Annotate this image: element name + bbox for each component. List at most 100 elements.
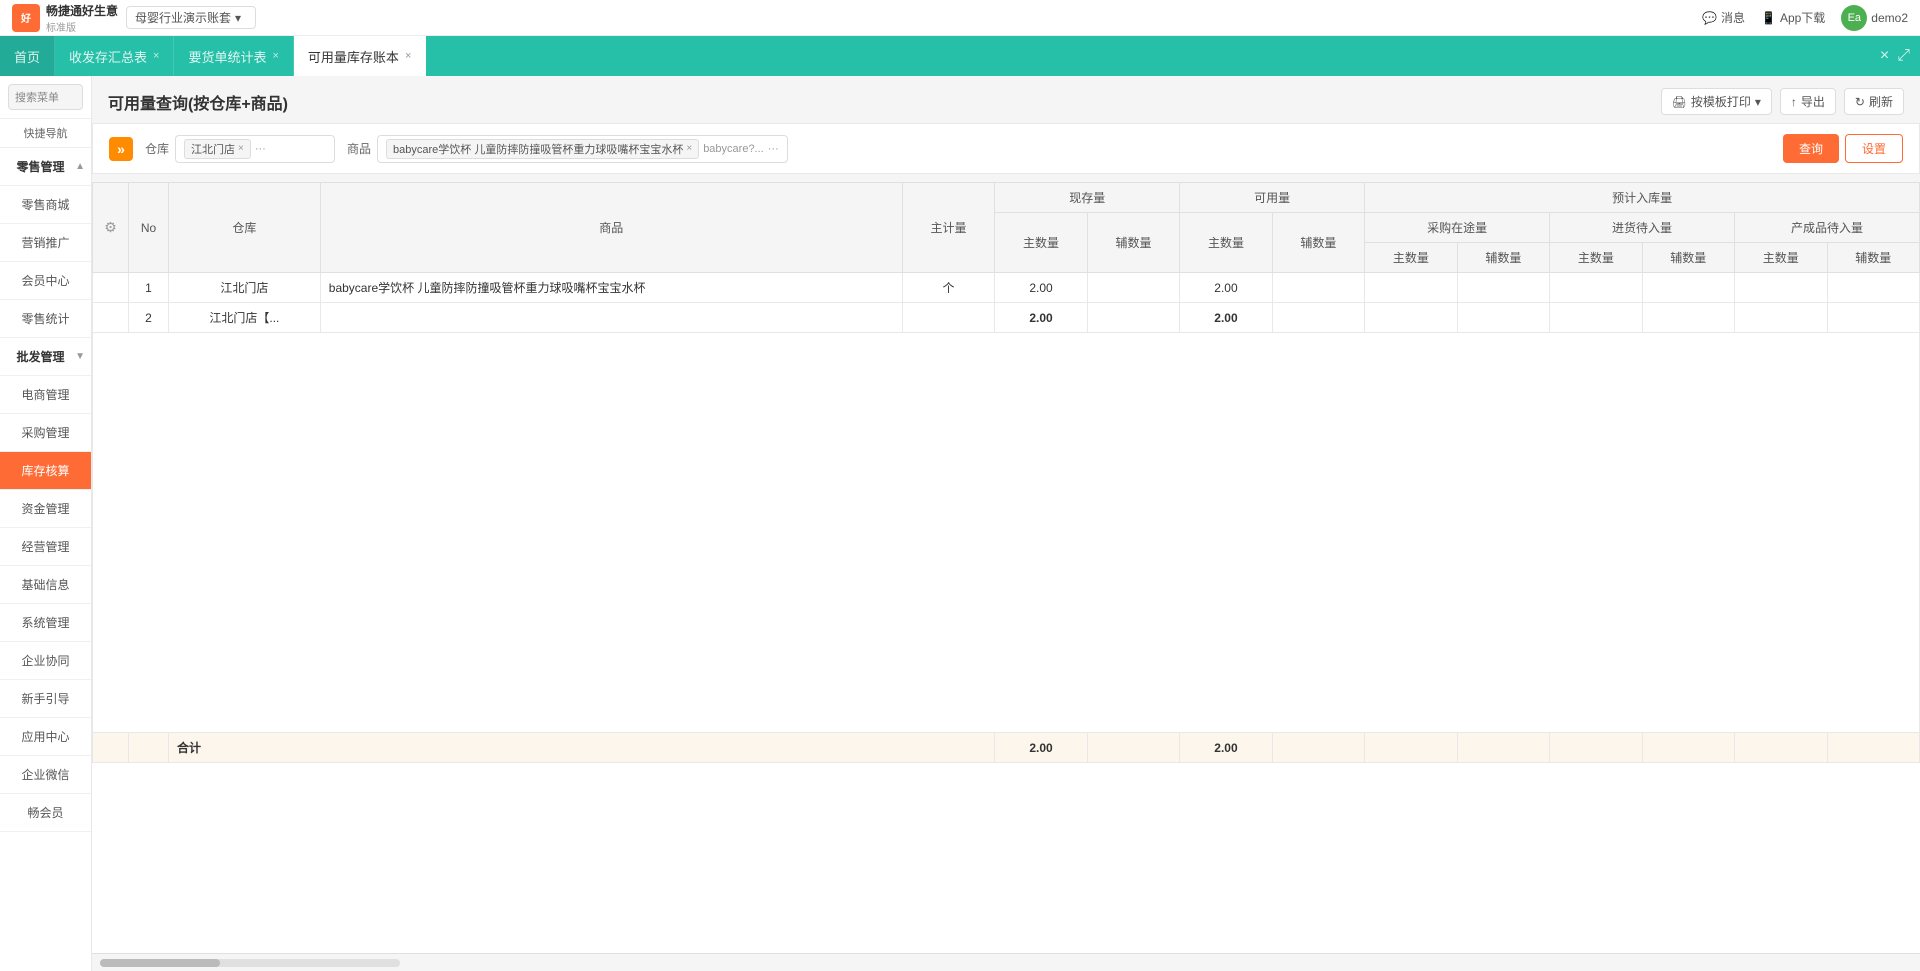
th-warehouse: 仓库 — [169, 183, 321, 273]
avatar: Ea — [1841, 5, 1867, 31]
cell-settings — [93, 303, 129, 333]
warehouse-tag-close[interactable]: × — [238, 143, 244, 154]
cell-settings — [93, 273, 129, 303]
th-planned-in: 预计入库量 — [1365, 183, 1920, 213]
cell-warehouse: 江北门店【... — [169, 303, 321, 333]
sidebar-item-inventory-check[interactable]: 库存核算 — [0, 452, 91, 490]
filter-actions: 查询 设置 — [1783, 134, 1903, 163]
warehouse-tag-jiangbei: 江北门店 × — [184, 139, 251, 159]
sidebar-item-members[interactable]: 会员中心 — [0, 262, 91, 300]
sidebar-item-system-mgmt-label: 系统管理 — [6, 614, 85, 631]
search-menu-btn[interactable]: 搜索菜单 — [8, 84, 83, 110]
industry-select[interactable]: 母婴行业演示账套 ▾ — [126, 6, 256, 29]
cell-summary-empty1 — [93, 733, 129, 763]
cell-main-unit: 个 — [902, 273, 994, 303]
product-tag-area[interactable]: babycare学饮杯 儿童防摔防撞吸管杯重力球吸嘴杯宝宝水杯 × babyca… — [377, 135, 788, 163]
scrollbar-track[interactable] — [100, 959, 400, 967]
cell-arrival-main — [1550, 303, 1642, 333]
nav-close-all-btn[interactable]: × — [1880, 47, 1889, 65]
th-current-main-qty: 主数量 — [995, 213, 1087, 273]
chevron-down-icon: ▾ — [1755, 95, 1761, 109]
cell-product-aux — [1827, 303, 1920, 333]
sidebar-item-app-center-label: 应用中心 — [6, 728, 85, 745]
content-area: 可用量查询(按仓库+商品) 🖨 按模板打印 ▾ ↑ 导出 ↻ 刷新 » — [92, 76, 1920, 971]
tab-home-label: 首页 — [14, 47, 40, 66]
cell-summary-p4 — [1642, 733, 1734, 763]
sidebar-item-enterprise-wechat-label: 企业微信 — [6, 766, 85, 783]
table-area: ⚙ No 仓库 商品 主计量 现存量 可用量 预计入库量 主数量 辅数量 主数量 — [92, 182, 1920, 953]
product-more-label: babycare?... — [703, 143, 764, 155]
sidebar-item-marketing[interactable]: 营销推广 — [0, 224, 91, 262]
cell-product: babycare学饮杯 儿童防摔防撞吸管杯重力球吸嘴杯宝宝水杯 — [320, 273, 902, 303]
product-ellipsis-btn[interactable]: ··· — [768, 143, 779, 155]
scrollbar-thumb[interactable] — [100, 959, 220, 967]
tab-order-stats[interactable]: 要货单统计表 × — [174, 36, 293, 76]
chevron-down-icon: ▼ — [75, 351, 85, 362]
chevron-up-icon: ▲ — [75, 161, 85, 172]
nav-fullscreen-btn[interactable]: ⤢ — [1897, 47, 1910, 65]
sidebar-item-retail-stats[interactable]: 零售统计 — [0, 300, 91, 338]
sidebar-item-finance-mgmt[interactable]: 资金管理 — [0, 490, 91, 528]
sidebar-item-app-center[interactable]: 应用中心 — [0, 718, 91, 756]
sidebar-item-enterprise-collab[interactable]: 企业协同 — [0, 642, 91, 680]
sidebar-item-system-mgmt[interactable]: 系统管理 — [0, 604, 91, 642]
gear-icon[interactable]: ⚙ — [104, 219, 117, 235]
tab-available-inventory-close[interactable]: × — [405, 50, 411, 62]
tab-receipt-summary[interactable]: 收发存汇总表 × — [55, 36, 174, 76]
warehouse-more-btn[interactable]: ··· — [255, 143, 266, 155]
th-current-stock: 现存量 — [995, 183, 1180, 213]
warehouse-tag-area[interactable]: 江北门店 × ··· — [175, 135, 335, 163]
export-btn[interactable]: ↑ 导出 — [1780, 88, 1836, 115]
cell-available-aux — [1272, 303, 1364, 333]
filter-expand-btn[interactable]: » — [109, 137, 133, 161]
sidebar-item-retail-mall[interactable]: 零售商城 — [0, 186, 91, 224]
sidebar-item-member-vip[interactable]: 畅会员 — [0, 794, 91, 832]
sidebar-item-retail-mgmt[interactable]: 零售管理 ▲ — [0, 148, 91, 186]
page-header: 可用量查询(按仓库+商品) 🖨 按模板打印 ▾ ↑ 导出 ↻ 刷新 — [92, 76, 1920, 123]
sidebar-item-operations-mgmt[interactable]: 经营管理 — [0, 528, 91, 566]
query-btn[interactable]: 查询 — [1783, 134, 1839, 163]
export-label: 导出 — [1801, 93, 1825, 110]
tab-home[interactable]: 首页 — [0, 36, 55, 76]
sidebar: 搜索菜单 快捷导航 零售管理 ▲ 零售商城 营销推广 会员中心 零售统计 批发管… — [0, 76, 92, 971]
tab-available-inventory[interactable]: 可用量库存账本 × — [294, 36, 426, 76]
product-tag-close[interactable]: × — [686, 143, 692, 154]
cell-summary-current-main: 2.00 — [995, 733, 1087, 763]
app-download-label: App下载 — [1780, 9, 1825, 26]
cell-summary-available-main: 2.00 — [1180, 733, 1272, 763]
message-btn[interactable]: 💬 消息 — [1702, 9, 1745, 26]
sidebar-item-purchase-mgmt[interactable]: 采购管理 — [0, 414, 91, 452]
sidebar-quick-nav[interactable]: 快捷导航 — [0, 119, 91, 148]
product-tag-babycare: babycare学饮杯 儿童防摔防撞吸管杯重力球吸嘴杯宝宝水杯 × — [386, 139, 699, 159]
template-print-label: 按模板打印 — [1691, 93, 1751, 110]
cell-summary-p5 — [1735, 733, 1827, 763]
cell-purchase-main — [1365, 273, 1457, 303]
cell-product-aux — [1827, 273, 1920, 303]
cell-summary-current-aux — [1087, 733, 1179, 763]
tab-receipt-summary-close[interactable]: × — [153, 50, 159, 62]
cell-purchase-aux — [1457, 273, 1549, 303]
sidebar-search-area: 搜索菜单 — [0, 76, 91, 119]
refresh-btn[interactable]: ↻ 刷新 — [1844, 88, 1904, 115]
warehouse-filter-group: 仓库 江北门店 × ··· — [145, 135, 335, 163]
sidebar-item-ecommerce[interactable]: 电商管理 — [0, 376, 91, 414]
refresh-label: 刷新 — [1869, 93, 1893, 110]
cell-main-unit — [902, 303, 994, 333]
sidebar-item-new-guide[interactable]: 新手引导 — [0, 680, 91, 718]
sidebar-item-basic-info[interactable]: 基础信息 — [0, 566, 91, 604]
top-bar-right: 💬 消息 📱 App下载 Ea demo2 — [1702, 5, 1908, 31]
settings-btn[interactable]: 设置 — [1845, 134, 1903, 163]
refresh-icon: ↻ — [1855, 95, 1865, 109]
tab-order-stats-close[interactable]: × — [272, 50, 278, 62]
sidebar-item-wholesale-mgmt[interactable]: 批发管理 ▼ — [0, 338, 91, 376]
sidebar-item-enterprise-wechat[interactable]: 企业微信 — [0, 756, 91, 794]
app-download-btn[interactable]: 📱 App下载 — [1761, 9, 1825, 26]
template-print-btn[interactable]: 🖨 按模板打印 ▾ — [1661, 88, 1772, 115]
tab-order-stats-label: 要货单统计表 — [188, 47, 266, 66]
th-purchase-in-transit: 采购在途量 — [1365, 213, 1550, 243]
user-profile[interactable]: Ea demo2 — [1841, 5, 1908, 31]
sidebar-item-wholesale-mgmt-label: 批发管理 — [6, 348, 75, 365]
nav-tabs-right: × ⤢ — [1870, 36, 1920, 76]
cell-arrival-main — [1550, 273, 1642, 303]
cell-no: 1 — [129, 273, 169, 303]
